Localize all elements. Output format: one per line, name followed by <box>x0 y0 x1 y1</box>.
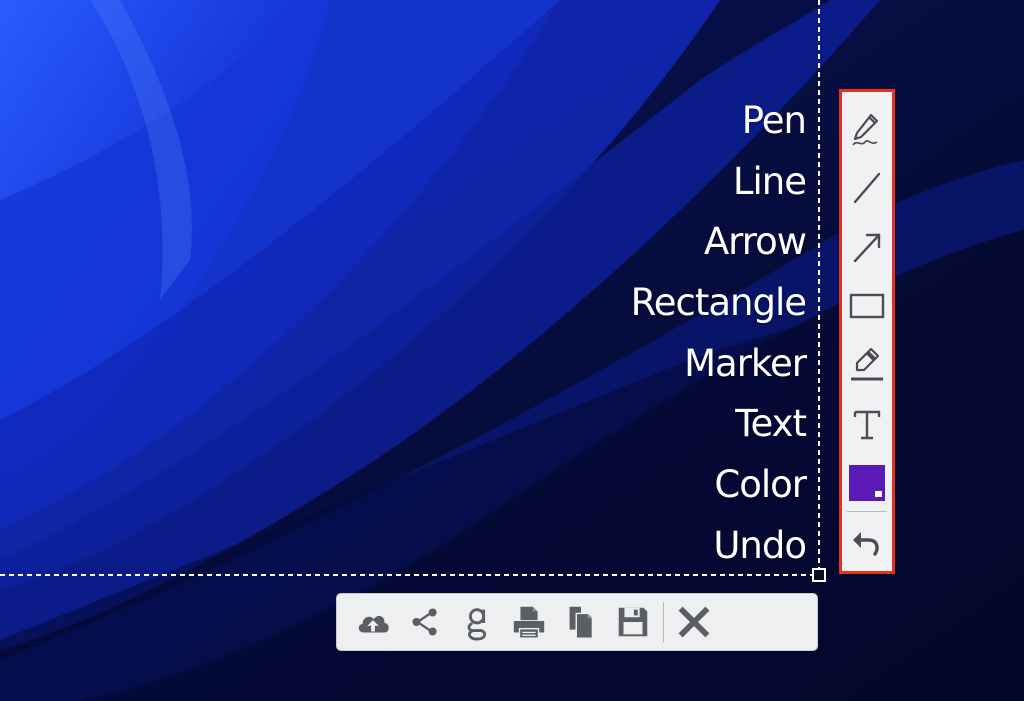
color-picker-button[interactable] <box>842 453 892 512</box>
arrow-icon <box>853 233 881 263</box>
undo-icon <box>853 531 879 556</box>
save-button[interactable] <box>607 596 659 648</box>
color-swatch <box>849 464 885 501</box>
label-arrow: Arrow <box>703 220 807 264</box>
close-button[interactable] <box>668 596 720 648</box>
cloud-upload-icon <box>358 615 389 633</box>
copy-button[interactable] <box>555 596 607 648</box>
copy-icon <box>569 606 594 639</box>
text-tool-button[interactable] <box>842 394 892 453</box>
line-icon <box>853 173 881 204</box>
label-color: Color <box>714 463 807 507</box>
text-icon <box>853 410 881 440</box>
rectangle-icon <box>849 293 885 319</box>
undo-button[interactable] <box>842 512 892 571</box>
marker-icon <box>851 347 883 381</box>
print-icon <box>513 606 545 639</box>
upload-button[interactable] <box>347 596 399 648</box>
tool-labels: Pen Line Arrow Rectangle Marker Text Col… <box>546 93 807 579</box>
rectangle-tool-button[interactable] <box>842 277 892 336</box>
label-text: Text <box>735 402 807 446</box>
pen-tool-button[interactable] <box>842 100 892 159</box>
print-button[interactable] <box>503 596 555 648</box>
arrow-tool-button[interactable] <box>842 218 892 277</box>
share-icon <box>412 608 437 636</box>
action-toolbar <box>336 593 818 651</box>
label-line: Line <box>732 159 807 203</box>
label-undo: Undo <box>713 523 807 567</box>
google-search-icon <box>467 608 487 641</box>
line-tool-button[interactable] <box>842 159 892 218</box>
close-icon <box>678 606 710 638</box>
google-search-button[interactable] <box>451 596 503 648</box>
pen-icon <box>852 114 879 146</box>
share-button[interactable] <box>399 596 451 648</box>
label-pen: Pen <box>741 99 807 142</box>
annotation-toolbar <box>839 89 895 574</box>
save-icon <box>618 607 648 637</box>
selection-resize-handle[interactable] <box>812 568 826 582</box>
label-marker: Marker <box>684 341 807 385</box>
toolbar-divider <box>663 602 664 642</box>
label-rectangle: Rectangle <box>630 281 807 325</box>
marker-tool-button[interactable] <box>842 336 892 395</box>
